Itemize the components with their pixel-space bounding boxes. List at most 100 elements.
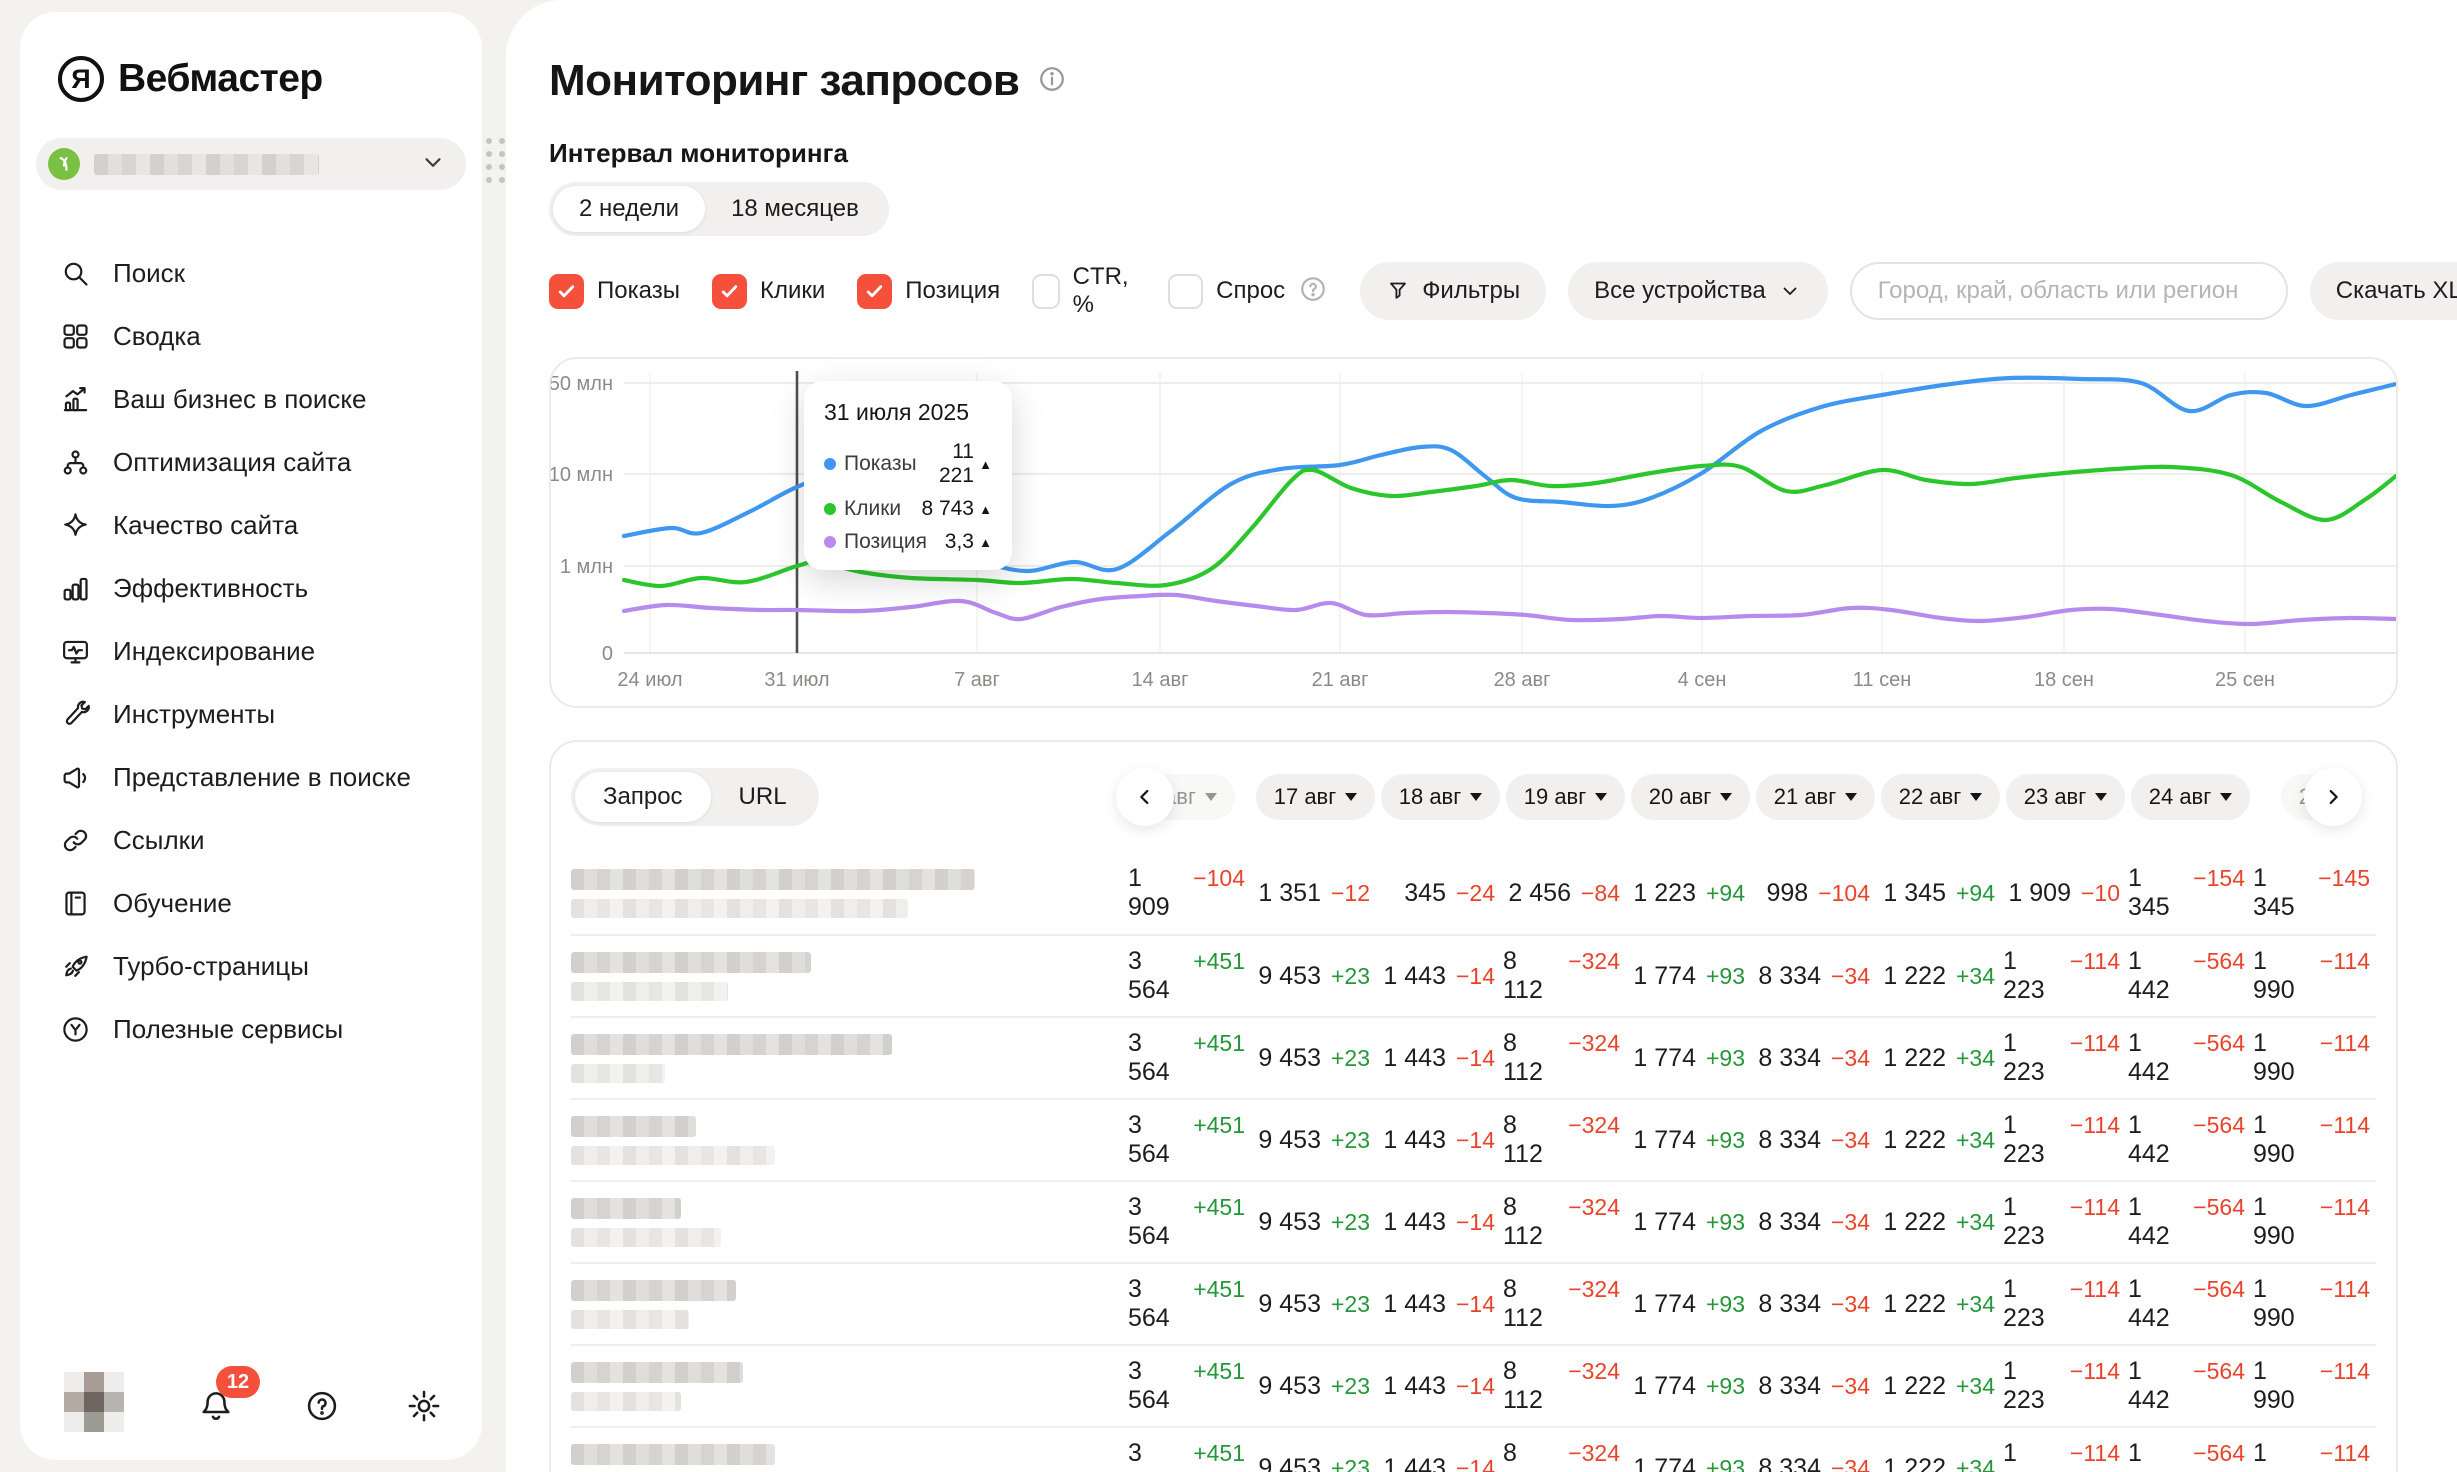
devices-dropdown[interactable]: Все устройства [1568, 262, 1828, 320]
download-xls-button[interactable]: Скачать XLS [2310, 262, 2457, 320]
query-text-redacted [571, 1116, 1128, 1165]
table-row[interactable]: 3 564+4519 453+231 443−148 112−3241 774+… [571, 1344, 2376, 1426]
metric-cell: 8 112−324 [1503, 1111, 1628, 1169]
metric-cell: 1 345+94 [1878, 879, 2003, 908]
next-dates-button[interactable] [2304, 768, 2362, 826]
checkbox-icon[interactable] [857, 274, 892, 309]
metric-checkbox-3[interactable]: Позиция [857, 274, 1000, 309]
checkbox-icon[interactable] [549, 274, 584, 309]
sidebar-item-6[interactable]: Эффективность [20, 557, 482, 620]
metric-cell: 1 223+94 [1628, 879, 1753, 908]
metric-cell: 1 774+93 [1628, 1290, 1753, 1319]
table-row[interactable]: 3 564+4519 453+231 443−148 112−3241 774+… [571, 1426, 2376, 1472]
metric-cell: 1 223−114 [2003, 1439, 2128, 1472]
query-text-redacted [571, 1362, 1128, 1411]
table-row[interactable]: 3 564+4519 453+231 443−148 112−3241 774+… [571, 1016, 2376, 1098]
metric-checkbox-1[interactable]: Показы [549, 274, 680, 309]
date-column-7[interactable]: 23 авг [2006, 774, 2126, 820]
sidebar: Я Вебмастер ПоискСводкаВаш бизнес в поис… [20, 12, 482, 1460]
metric-cell: 1 909−10 [2003, 879, 2128, 908]
panel-drag-handle[interactable] [486, 138, 506, 184]
date-column-1[interactable]: 17 авг [1256, 774, 1376, 820]
site-favicon [48, 148, 80, 180]
table-row[interactable]: 3 564+4519 453+231 443−148 112−3241 774+… [571, 934, 2376, 1016]
metric-cell: 3 564+451 [1128, 1111, 1253, 1169]
interval-option-2[interactable]: 18 месяцев [705, 186, 885, 232]
site-selector[interactable] [36, 138, 466, 190]
query-text-redacted [571, 952, 1128, 1001]
table-row[interactable]: 1 909−1041 351−12345−242 456−841 223+949… [571, 852, 2376, 934]
megaphone-icon [60, 762, 91, 793]
date-column-6[interactable]: 22 авг [1881, 774, 2001, 820]
series-dot-icon [824, 503, 836, 515]
sidebar-item-10[interactable]: Ссылки [20, 809, 482, 872]
table-row[interactable]: 3 564+4519 453+231 443−148 112−3241 774+… [571, 1098, 2376, 1180]
sidebar-item-11[interactable]: Обучение [20, 872, 482, 935]
date-column-5[interactable]: 21 авг [1756, 774, 1876, 820]
tab-url[interactable]: URL [711, 772, 815, 822]
sidebar-item-3[interactable]: Ваш бизнес в поиске [20, 368, 482, 431]
sidebar-item-13[interactable]: Полезные сервисы [20, 998, 482, 1061]
date-column-2[interactable]: 18 авг [1381, 774, 1501, 820]
prev-dates-button[interactable] [1116, 768, 1174, 826]
filters-button[interactable]: Фильтры [1360, 262, 1546, 320]
link-icon [60, 825, 91, 856]
metric-cell: 1 442−564 [2128, 1029, 2253, 1087]
sidebar-item-12[interactable]: Турбо-страницы [20, 935, 482, 998]
checkbox-icon[interactable] [1032, 274, 1059, 309]
metric-checkbox-2[interactable]: Клики [712, 274, 825, 309]
metric-cell: 1 774+93 [1628, 1372, 1753, 1401]
metric-cell: 1 222+34 [1878, 1290, 2003, 1319]
svg-text:28 авг: 28 авг [1494, 669, 1551, 691]
metric-cell: 3 564+451 [1128, 1357, 1253, 1415]
metric-cell: 1 223−114 [2003, 947, 2128, 1005]
sidebar-item-7[interactable]: Индексирование [20, 620, 482, 683]
date-column-3[interactable]: 19 авг [1506, 774, 1626, 820]
tooltip-date: 31 июля 2025 [824, 399, 992, 426]
settings-button[interactable] [406, 1388, 442, 1424]
sidebar-item-2[interactable]: Сводка [20, 305, 482, 368]
metric-checkbox-4[interactable]: CTR, % [1032, 263, 1136, 319]
brand-name: Вебмастер [118, 57, 323, 101]
checkbox-icon[interactable] [1168, 274, 1203, 309]
table-row[interactable]: 3 564+4519 453+231 443−148 112−3241 774+… [571, 1180, 2376, 1262]
tab-query[interactable]: Запрос [575, 772, 711, 822]
sidebar-item-5[interactable]: Качество сайта [20, 494, 482, 557]
metric-cell: 8 112−324 [1503, 1275, 1628, 1333]
date-column-4[interactable]: 20 авг [1631, 774, 1751, 820]
svg-text:1 млн: 1 млн [560, 556, 613, 578]
notifications-button[interactable]: 12 [198, 1388, 234, 1424]
region-search-input[interactable] [1850, 262, 2288, 320]
table-row[interactable]: 3 564+4519 453+231 443−148 112−3241 774+… [571, 1262, 2376, 1344]
metric-cell: 9 453+23 [1253, 1208, 1378, 1237]
tooltip-row: Показы11 221▲ [824, 440, 992, 488]
sidebar-item-8[interactable]: Инструменты [20, 683, 482, 746]
metric-cell: 9 453+23 [1253, 1372, 1378, 1401]
sidebar-item-9[interactable]: Представление в поиске [20, 746, 482, 809]
metric-cell: 1 774+93 [1628, 1044, 1753, 1073]
help-button[interactable] [304, 1388, 340, 1424]
sidebar-footer: 12 [20, 1364, 482, 1436]
info-icon[interactable] [1037, 64, 1067, 99]
query-text-redacted [571, 1034, 1128, 1083]
traffic-chart[interactable]: 50 млн10 млн1 млн024 июл31 июл7 авг14 ав… [549, 357, 2398, 708]
date-column-8[interactable]: 24 авг [2131, 774, 2251, 820]
metric-cell: 8 112−324 [1503, 1029, 1628, 1087]
sidebar-item-4[interactable]: Оптимизация сайта [20, 431, 482, 494]
sidebar-item-label: Полезные сервисы [113, 1014, 343, 1045]
yandex-webmaster-logo[interactable]: Я Вебмастер [20, 12, 482, 102]
metric-cell: 1 223−114 [2003, 1357, 2128, 1415]
metric-cell: 1 443−14 [1378, 1372, 1503, 1401]
sidebar-item-1[interactable]: Поиск [20, 242, 482, 305]
interval-option-1[interactable]: 2 недели [553, 186, 705, 232]
avatar[interactable] [64, 1372, 124, 1432]
caret-down-icon [1205, 793, 1217, 801]
svg-text:21 авг: 21 авг [1312, 669, 1369, 691]
help-circle-icon[interactable] [1298, 274, 1328, 309]
metric-checkbox-5[interactable]: Спрос [1168, 274, 1328, 309]
svg-text:7 авг: 7 авг [954, 669, 1000, 691]
metric-cell: 2 456−84 [1503, 879, 1628, 908]
book-icon [60, 888, 91, 919]
metric-cell: 9 453+23 [1253, 1290, 1378, 1319]
checkbox-icon[interactable] [712, 274, 747, 309]
